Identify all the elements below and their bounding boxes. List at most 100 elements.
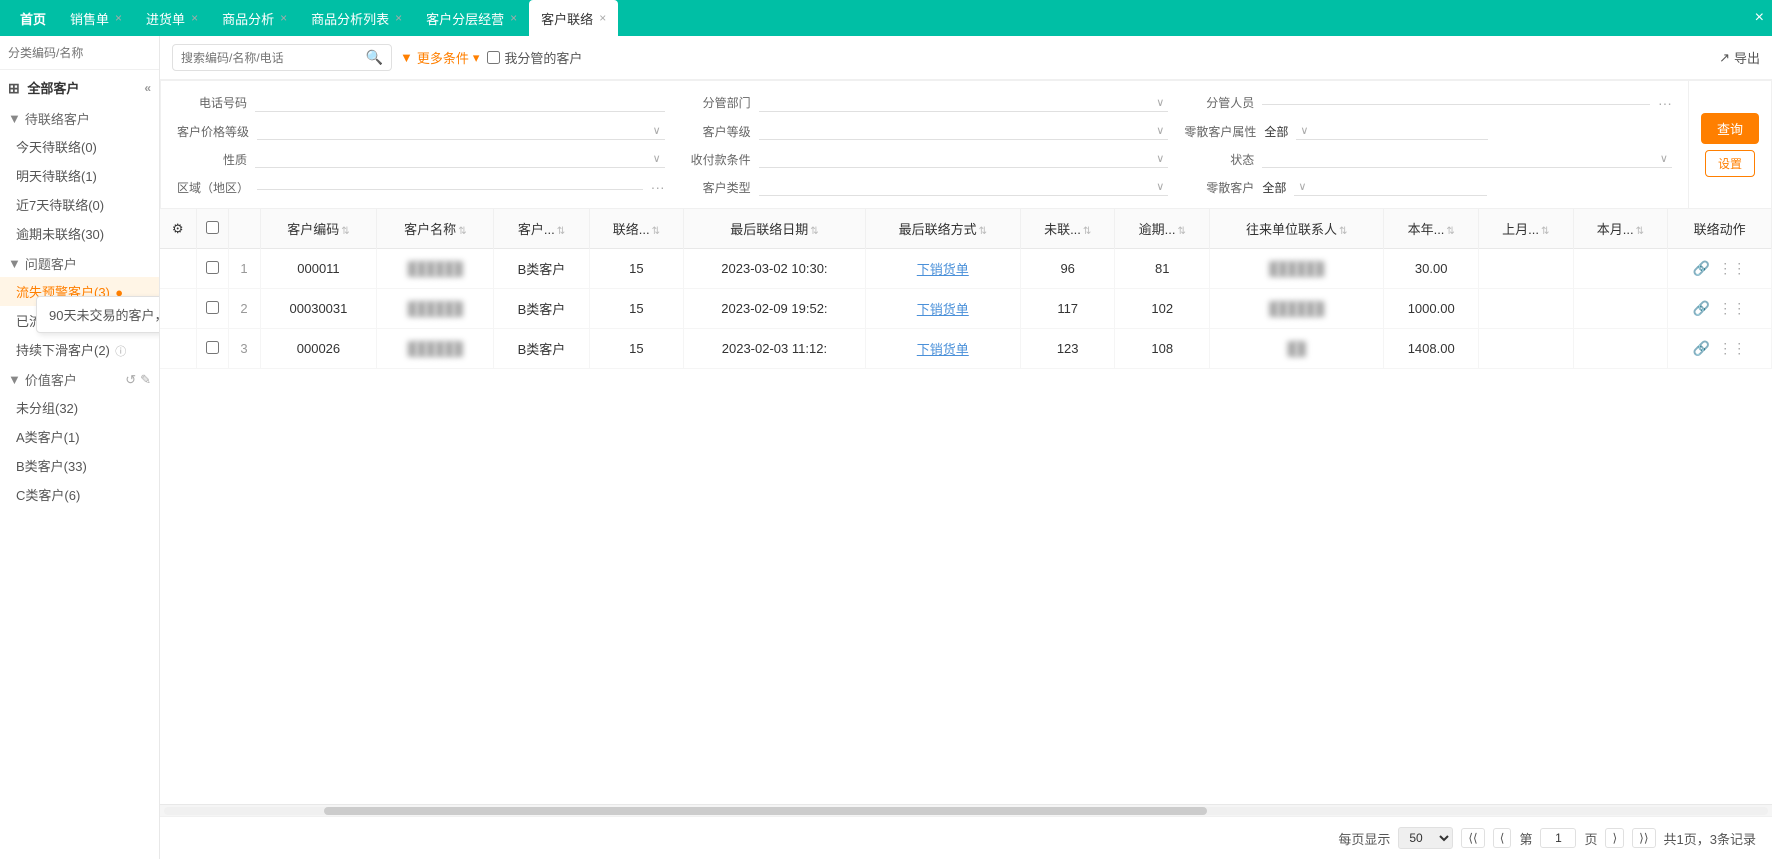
filter-settings-button[interactable]: 设置 <box>1705 150 1755 177</box>
select-all-checkbox[interactable] <box>206 221 219 234</box>
close-analysis-tab[interactable]: × <box>280 11 287 25</box>
col-last-date[interactable]: 最后联络日期⇅ <box>684 209 866 249</box>
tab-analysis-table[interactable]: 商品分析列表 × <box>299 0 414 36</box>
action-more-icon-2[interactable]: ⋮⋮ <box>1718 340 1746 357</box>
tab-analysis[interactable]: 商品分析 × <box>210 0 299 36</box>
prev-page-btn[interactable]: ⟨ <box>1493 828 1512 848</box>
row-last-method-0[interactable]: 下销货单 <box>865 249 1020 289</box>
col-this-month[interactable]: 本月...⇅ <box>1573 209 1668 249</box>
sidebar-item-today[interactable]: 今天待联络(0) <box>0 132 159 161</box>
sidebar-item-typeC[interactable]: C类客户(6) <box>0 480 159 509</box>
filter-retail-attr-select[interactable]: ∨ <box>1296 122 1488 140</box>
region-dots-btn[interactable]: ··· <box>651 179 665 195</box>
action-link-icon-0[interactable]: 🔗 <box>1693 260 1710 277</box>
close-customer-segment-tab[interactable]: × <box>510 11 517 25</box>
col-name[interactable]: 客户名称⇅ <box>377 209 494 249</box>
query-button[interactable]: 查询 <box>1701 113 1759 144</box>
col-code[interactable]: 客户编码⇅ <box>260 209 377 249</box>
last-method-link-0[interactable]: 下销货单 <box>917 262 969 277</box>
sidebar-search-input[interactable] <box>8 46 160 60</box>
row-last-method-1[interactable]: 下销货单 <box>865 289 1020 329</box>
scrollbar-thumb[interactable] <box>324 807 1206 815</box>
last-method-link-1[interactable]: 下销货单 <box>917 302 969 317</box>
filter-price-grade-select[interactable]: ∨ <box>257 122 665 140</box>
close-sales-tab[interactable]: × <box>115 11 122 25</box>
group-problem[interactable]: ▼ 问题客户 <box>0 248 159 277</box>
row-last-method-2[interactable]: 下销货单 <box>865 329 1020 369</box>
last-method-link-2[interactable]: 下销货单 <box>917 342 969 357</box>
last-page-btn[interactable]: ⟩⟩ <box>1632 828 1655 848</box>
my-customers-checkbox[interactable] <box>487 51 500 64</box>
group-value[interactable]: ▼ 价值客户 ↺ ✎ <box>0 364 159 393</box>
action-link-icon-1[interactable]: 🔗 <box>1693 300 1710 317</box>
filter-phone-input[interactable] <box>255 93 665 112</box>
filter-customer-grade-select[interactable]: ∨ <box>759 122 1169 140</box>
first-page-btn[interactable]: ⟨⟨ <box>1461 828 1484 848</box>
my-customers-checkbox-label[interactable]: 我分管的客户 <box>487 48 582 67</box>
overdue-sort-icon[interactable]: ⇅ <box>1177 226 1185 237</box>
col-overdue[interactable]: 逾期...⇅ <box>1115 209 1210 249</box>
last-method-sort-icon[interactable]: ⇅ <box>979 226 987 237</box>
row-checkbox-2[interactable] <box>206 341 219 354</box>
row-checkbox-0[interactable] <box>206 261 219 274</box>
toolbar-search-input[interactable] <box>181 51 366 65</box>
last-month-sort-icon[interactable]: ⇅ <box>1541 226 1549 237</box>
this-year-sort-icon[interactable]: ⇅ <box>1446 226 1454 237</box>
close-purchase-tab[interactable]: × <box>191 11 198 25</box>
name-sort-icon[interactable]: ⇅ <box>458 226 466 237</box>
tab-purchase[interactable]: 进货单 × <box>134 0 210 36</box>
filter-status-select[interactable]: ∨ <box>1262 150 1672 168</box>
value-group-edit-icon[interactable]: ✎ <box>140 372 151 388</box>
tab-customer-segment[interactable]: 客户分层经营 × <box>414 0 529 36</box>
col-last-method[interactable]: 最后联络方式⇅ <box>865 209 1020 249</box>
tab-sales[interactable]: 销售单 × <box>58 0 134 36</box>
type-sort-icon[interactable]: ⇅ <box>557 226 565 237</box>
filter-customer-type-select[interactable]: ∨ <box>759 178 1169 196</box>
toolbar-search-button[interactable]: 🔍 <box>366 49 383 66</box>
value-group-refresh-icon[interactable]: ↺ <box>125 372 136 388</box>
col-settings[interactable]: ⚙ <box>160 209 196 249</box>
per-page-select[interactable]: 50 20 100 <box>1398 827 1453 849</box>
code-sort-icon[interactable]: ⇅ <box>341 226 349 237</box>
unit-contact-sort-icon[interactable]: ⇅ <box>1339 226 1347 237</box>
sidebar-item-tomorrow[interactable]: 明天待联络(1) <box>0 161 159 190</box>
close-all-btn[interactable]: × <box>1755 9 1764 27</box>
sidebar-item-ungrouped[interactable]: 未分组(32) <box>0 393 159 422</box>
not-contact-sort-icon[interactable]: ⇅ <box>1083 226 1091 237</box>
table-settings-icon[interactable]: ⚙ <box>172 221 184 236</box>
sidebar-item-week[interactable]: 近7天待联络(0) <box>0 190 159 219</box>
horizontal-scrollbar[interactable] <box>160 804 1772 816</box>
page-number-input[interactable] <box>1540 828 1576 848</box>
close-analysis-table-tab[interactable]: × <box>395 11 402 25</box>
export-button[interactable]: ↗ 导出 <box>1719 48 1760 67</box>
col-unit-contact[interactable]: 往来单位联系人⇅ <box>1210 209 1384 249</box>
tab-home[interactable]: 首页 <box>8 0 58 36</box>
action-link-icon-2[interactable]: 🔗 <box>1693 340 1710 357</box>
filter-person-select[interactable] <box>1262 100 1650 105</box>
col-last-month[interactable]: 上月...⇅ <box>1478 209 1573 249</box>
next-page-btn[interactable]: ⟩ <box>1605 828 1624 848</box>
tab-customer-contact[interactable]: 客户联络 × <box>529 0 618 36</box>
action-more-icon-1[interactable]: ⋮⋮ <box>1718 300 1746 317</box>
sidebar-item-overdue[interactable]: 逾期未联络(30) <box>0 219 159 248</box>
col-contact-count[interactable]: 联络...⇅ <box>589 209 684 249</box>
filter-payment-select[interactable]: ∨ <box>759 150 1169 168</box>
this-month-sort-icon[interactable]: ⇅ <box>1636 226 1644 237</box>
filter-dept-select[interactable]: ∨ <box>759 94 1169 112</box>
col-type[interactable]: 客户...⇅ <box>494 209 589 249</box>
sidebar-collapse-icon[interactable]: « <box>144 81 151 95</box>
action-more-icon-0[interactable]: ⋮⋮ <box>1718 260 1746 277</box>
row-checkbox-1[interactable] <box>206 301 219 314</box>
filter-region-select[interactable] <box>257 185 643 190</box>
filter-nature-select[interactable]: ∨ <box>255 150 665 168</box>
col-not-contact[interactable]: 未联...⇅ <box>1020 209 1115 249</box>
sidebar-item-declining[interactable]: 持续下滑客户(2) ⓘ <box>0 335 159 364</box>
col-this-year[interactable]: 本年...⇅ <box>1384 209 1479 249</box>
close-customer-contact-tab[interactable]: × <box>599 11 606 25</box>
person-dots-btn[interactable]: ··· <box>1658 95 1672 111</box>
more-conditions-button[interactable]: ▼ 更多条件 ▾ <box>400 48 479 67</box>
last-date-sort-icon[interactable]: ⇅ <box>810 226 818 237</box>
sidebar-item-typeA[interactable]: A类客户(1) <box>0 422 159 451</box>
filter-retail-customer-select[interactable]: ∨ <box>1294 178 1487 196</box>
contact-sort-icon[interactable]: ⇅ <box>652 226 660 237</box>
